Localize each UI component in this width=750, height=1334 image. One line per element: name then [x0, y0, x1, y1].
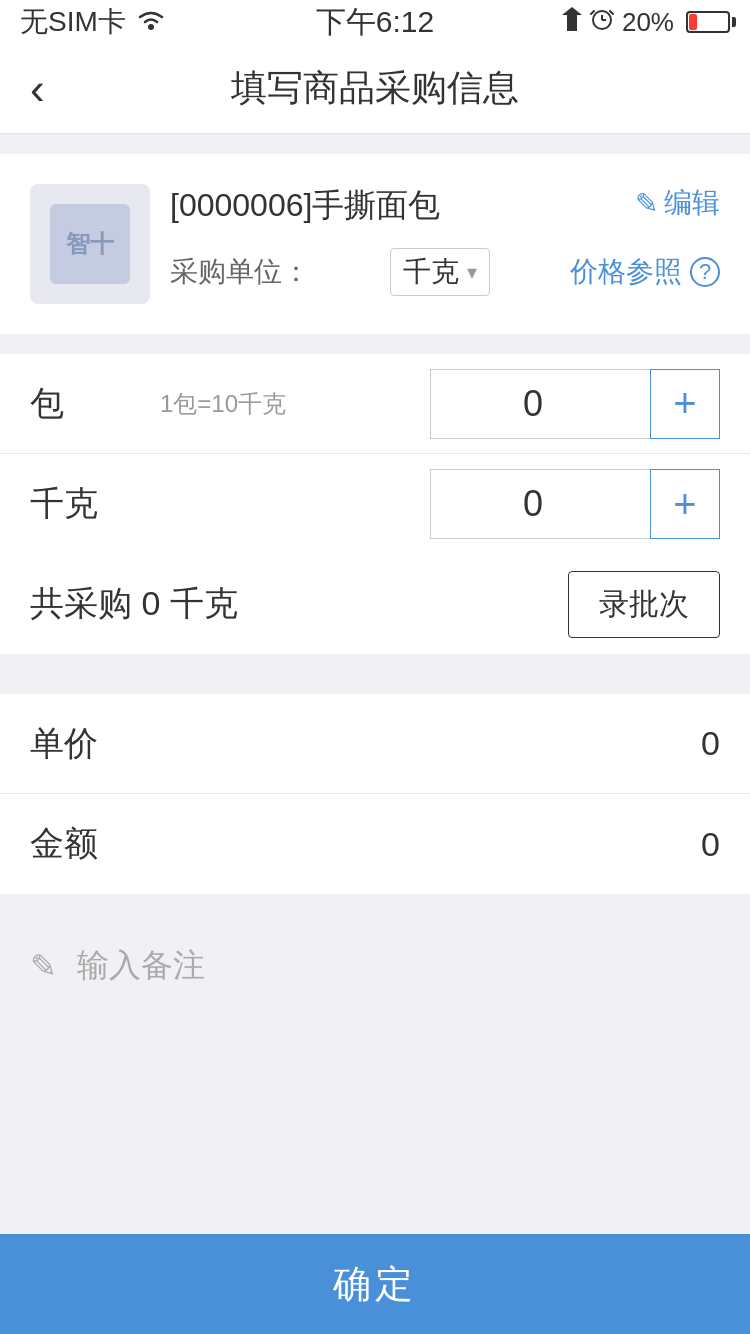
price-value: 0 — [701, 724, 720, 763]
dropdown-arrow-icon: ▾ — [467, 260, 477, 284]
bag-label: 包 — [30, 381, 150, 427]
product-thumbnail: 智十 — [50, 204, 130, 284]
price-ref-label: 价格参照 — [570, 253, 682, 291]
detail-section: 单价 0 金额 0 — [0, 694, 750, 894]
bag-sub-label: 1包=10千克 — [160, 388, 430, 420]
wifi-icon — [136, 6, 166, 38]
kg-quantity-input[interactable] — [430, 469, 650, 539]
battery-icon — [686, 11, 730, 33]
summary-total-unit: 千克 — [170, 584, 238, 622]
kg-input-wrapper: + — [430, 469, 720, 539]
kg-plus-button[interactable]: + — [650, 469, 720, 539]
bag-input-row: 包 1包=10千克 + — [0, 354, 750, 454]
bag-quantity-input[interactable] — [430, 369, 650, 439]
unit-value: 千克 — [403, 253, 459, 291]
purchase-unit-label: 采购单位： — [170, 253, 310, 291]
summary-row: 共采购 0 千克 录批次 — [0, 554, 750, 654]
amount-label: 金额 — [30, 821, 98, 867]
pencil-icon: ✎ — [30, 947, 57, 985]
bag-input-wrapper: + — [430, 369, 720, 439]
price-label: 单价 — [30, 721, 98, 767]
back-button[interactable]: ‹ — [30, 67, 45, 111]
svg-point-0 — [148, 24, 154, 30]
edit-button[interactable]: ✎ 编辑 — [635, 184, 720, 222]
product-info: [0000006]手撕面包 ✎ 编辑 采购单位： 千克 ▾ 价格参照 ? — [170, 184, 720, 296]
status-bar: 无SIM卡 下午6:12 — [0, 0, 750, 44]
kg-input-row: 千克 + — [0, 454, 750, 554]
price-ref-button[interactable]: 价格参照 ? — [570, 253, 720, 291]
amount-value: 0 — [701, 825, 720, 864]
product-name-row: [0000006]手撕面包 ✎ 编辑 — [170, 184, 720, 228]
confirm-button[interactable]: 确定 — [0, 1234, 750, 1334]
status-right: 20% — [562, 7, 730, 38]
amount-row: 金额 0 — [0, 794, 750, 894]
edit-icon: ✎ — [635, 187, 658, 220]
page-title: 填写商品采购信息 — [231, 64, 519, 113]
purchase-unit-row: 采购单位： 千克 ▾ 价格参照 ? — [170, 248, 720, 296]
price-row: 单价 0 — [0, 694, 750, 794]
product-image: 智十 — [30, 184, 150, 304]
product-name: [0000006]手撕面包 — [170, 184, 635, 228]
status-left: 无SIM卡 — [20, 3, 166, 41]
alarm-icon — [590, 7, 614, 38]
price-ref-help-icon: ? — [690, 257, 720, 287]
location-icon — [562, 7, 582, 38]
summary-text: 共采购 0 千克 — [30, 581, 238, 627]
summary-total-label: 共采购 — [30, 584, 132, 622]
input-section: 包 1包=10千克 + 千克 + — [0, 354, 750, 554]
bag-plus-button[interactable]: + — [650, 369, 720, 439]
battery-percent: 20% — [622, 7, 674, 38]
summary-total-value: 0 — [141, 584, 160, 622]
remark-section[interactable]: ✎ 输入备注 — [0, 914, 750, 1018]
edit-label: 编辑 — [664, 184, 720, 222]
section-divider-1 — [0, 334, 750, 354]
nav-bar: ‹ 填写商品采购信息 — [0, 44, 750, 134]
status-time: 下午6:12 — [316, 2, 434, 43]
carrier-text: 无SIM卡 — [20, 3, 126, 41]
section-divider-2 — [0, 654, 750, 674]
record-batch-button[interactable]: 录批次 — [568, 571, 720, 638]
kg-label: 千克 — [30, 481, 150, 527]
remark-placeholder: 输入备注 — [77, 944, 205, 988]
product-card: 智十 [0000006]手撕面包 ✎ 编辑 采购单位： 千克 ▾ 价格参照 — [0, 154, 750, 334]
unit-selector[interactable]: 千克 ▾ — [390, 248, 490, 296]
